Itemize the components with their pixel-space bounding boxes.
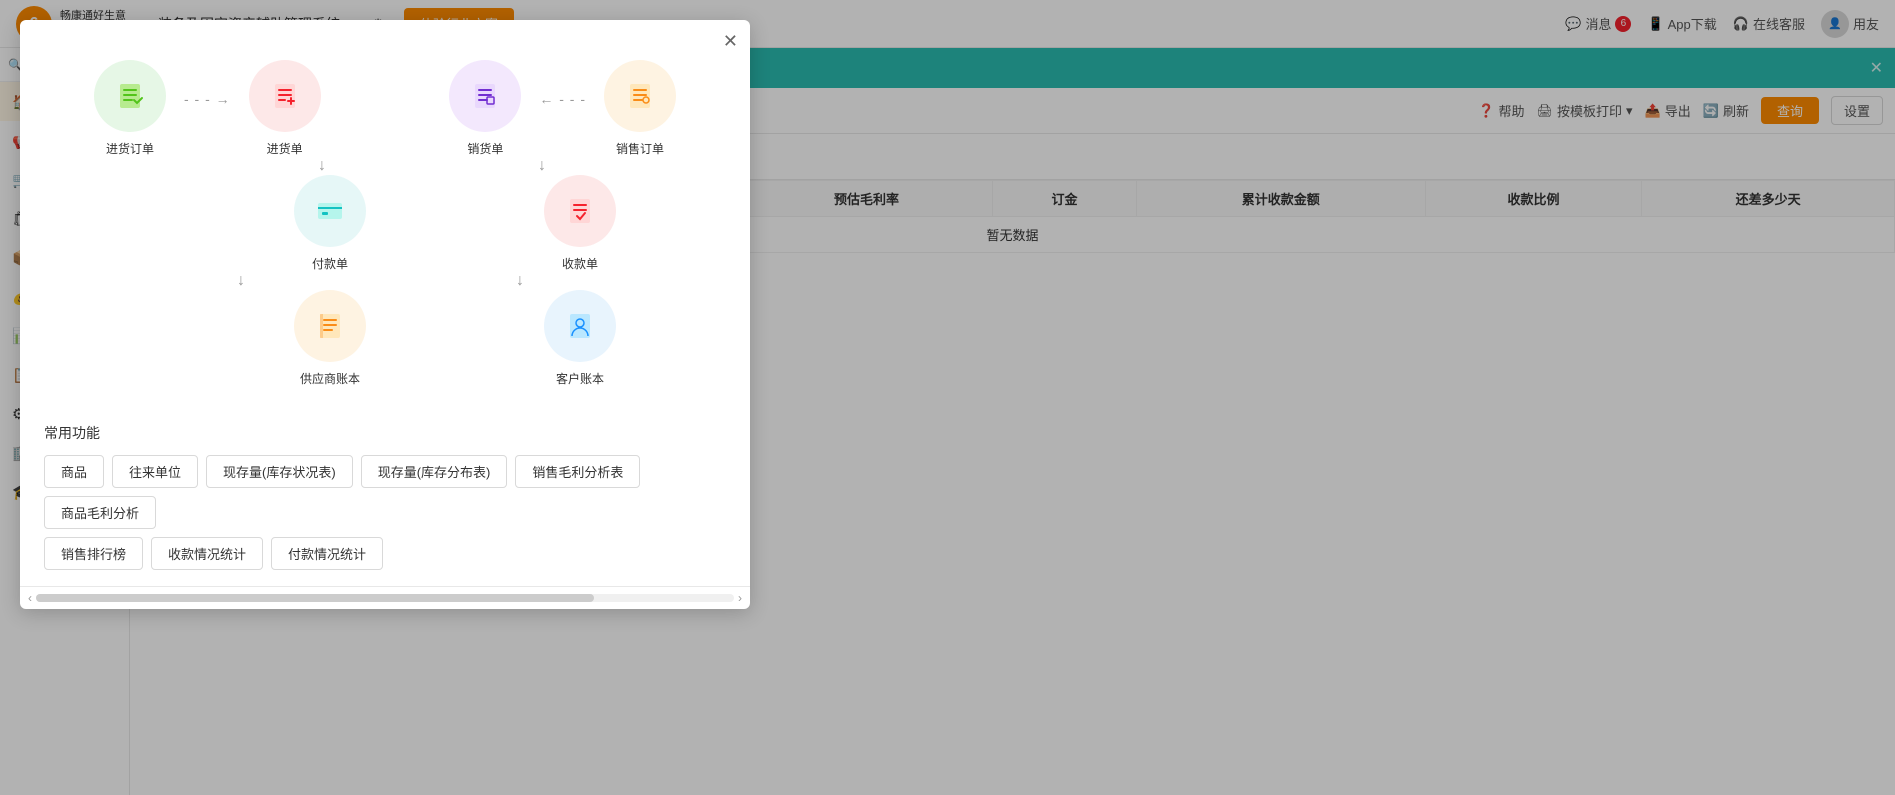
sales-bill-icon [449,60,521,132]
func-btn-inventory-dist[interactable]: 现存量(库存分布表) [361,455,508,488]
flow-node-payment[interactable]: 付款单 [280,175,380,272]
flow-row-1: 进货订单 进货单 [80,60,690,157]
customer-ledger-label: 客户账本 [556,370,604,387]
sales-bill-label: 销货单 [467,140,503,157]
scroll-left-icon[interactable]: ‹ [28,591,32,605]
flow-row-2: 付款单 收款单 [280,175,690,272]
scrollbar-thumb[interactable] [36,594,594,602]
flow-arrows-row: ↓ ↓ [92,157,690,175]
payment-label: 付款单 [312,255,348,272]
flow-modal: ✕ 进货订单 [20,20,750,609]
func-btn-sales-rank[interactable]: 销售排行榜 [44,537,143,570]
function-buttons-row: 商品 往来单位 现存量(库存状况表) 现存量(库存分布表) 销售毛利分析表 商品… [44,455,726,529]
arrow-down-receipt: ↓ [538,157,546,175]
purchase-bill-label: 进货单 [267,140,303,157]
func-btn-sales-gross[interactable]: 销售毛利分析表 [515,455,640,488]
arrow-down-payment: ↓ [318,157,326,175]
flow-node-receipt[interactable]: 收款单 [530,175,630,272]
func-btn-inventory-status[interactable]: 现存量(库存状况表) [206,455,353,488]
common-functions-title: 常用功能 [44,423,726,443]
flow-node-purchase-order[interactable]: 进货订单 [80,60,180,157]
flow-row-3: 供应商账本 客户账本 [280,290,690,387]
modal-close-button[interactable]: ✕ [723,32,738,50]
flow-arrows-row2: ↓ ↓ [92,272,690,290]
customer-ledger-icon [544,290,616,362]
supplier-ledger-icon [294,290,366,362]
arrow-h-2 [535,91,590,127]
receipt-icon [544,175,616,247]
modal-overlay[interactable]: ✕ 进货订单 [0,0,1895,795]
flow-node-sales-order[interactable]: 销售订单 [590,60,690,157]
arrow-down-customer: ↓ [516,272,524,290]
sales-order-label: 销售订单 [616,140,664,157]
payment-icon [294,175,366,247]
func-btn-product-gross[interactable]: 商品毛利分析 [44,496,156,529]
flow-node-customer-ledger[interactable]: 客户账本 [530,290,630,387]
app-container: 6 畅康通好生意 标准版 装备及固定资产辅助管理系统 ▾ ⚙ 体验行业方案 💬 … [0,0,1895,795]
scroll-right-icon[interactable]: › [738,591,742,605]
arrow-h-1 [180,91,235,127]
func-btn-payment-stats[interactable]: 付款情况统计 [271,537,383,570]
flow-node-purchase-bill[interactable]: 进货单 [235,60,335,157]
flow-node-sales-bill[interactable]: 销货单 [435,60,535,157]
sales-order-icon [604,60,676,132]
function-buttons-row2: 销售排行榜 收款情况统计 付款情况统计 [44,537,726,570]
receipt-label: 收款单 [562,255,598,272]
arrow-down-supplier: ↓ [237,272,245,290]
modal-scrollbar[interactable]: ‹ › [20,586,750,609]
func-btn-supplier-customer[interactable]: 往来单位 [112,455,198,488]
purchase-order-label: 进货订单 [106,140,154,157]
common-functions: 常用功能 商品 往来单位 现存量(库存状况表) 现存量(库存分布表) 销售毛利分… [20,407,750,586]
purchase-bill-icon [249,60,321,132]
purchase-order-icon [94,60,166,132]
flow-diagram: 进货订单 进货单 [20,20,750,407]
func-btn-product[interactable]: 商品 [44,455,104,488]
supplier-ledger-label: 供应商账本 [300,370,360,387]
scrollbar-track[interactable] [36,594,734,602]
func-btn-receipt-stats[interactable]: 收款情况统计 [151,537,263,570]
flow-node-supplier-ledger[interactable]: 供应商账本 [280,290,380,387]
